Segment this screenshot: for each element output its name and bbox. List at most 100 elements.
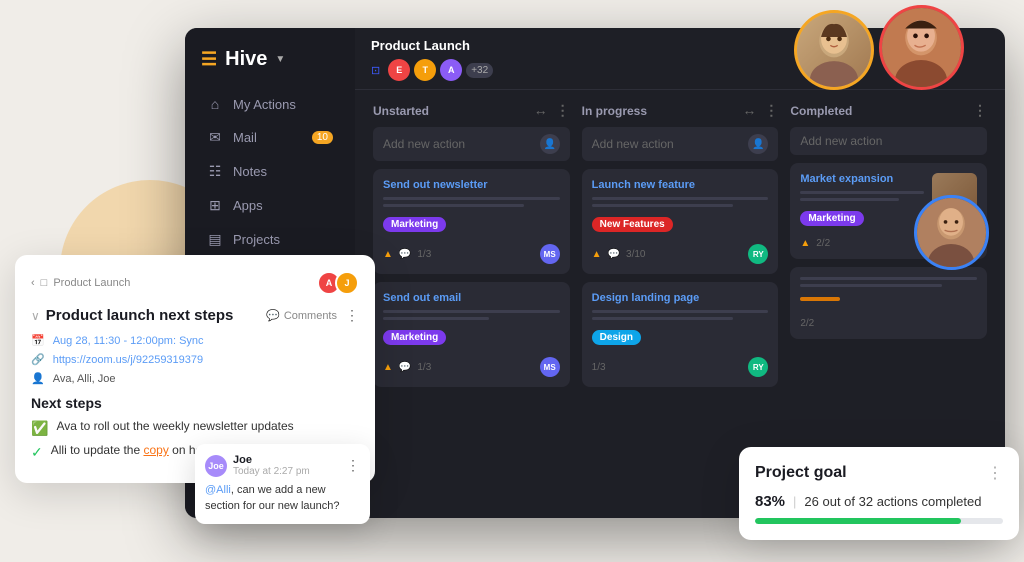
comment-text: @Alli, can we add a new section for our … [205,483,360,514]
add-action-btn-unstarted[interactable]: Add new action 👤 [373,127,570,161]
card-line [592,204,733,207]
add-action-btn-in-progress[interactable]: Add new action 👤 [582,127,779,161]
notes-date: Aug 28, 11:30 - 12:00pm: Sync [53,335,204,347]
card-line [383,204,524,207]
sidebar-item-label: Projects [233,232,280,247]
expand-icon: ∨ [31,309,40,323]
app-logo[interactable]: ☰ Hive ▼ [185,44,355,87]
column-title-unstarted: Unstarted [373,104,429,118]
card-send-email: Send out email Marketing ▲ 💬 1/3 MS [373,282,570,387]
sidebar-item-label: My Actions [233,97,296,112]
notes-date-row: 📅 Aug 28, 11:30 - 12:00pm: Sync [31,334,359,347]
avatar-person-3 [914,195,989,270]
avatar-count: +32 [466,63,493,78]
folder-icon: □ [41,277,48,289]
goal-stats: 83% | 26 out of 32 actions completed [755,493,1003,510]
column-unstarted: Unstarted ↔ ⋮ Add new action 👤 Send out … [367,102,576,506]
card-footer: 2/2 [800,318,977,329]
notes-icon: ☷ [207,163,223,180]
task-count: 1/3 [417,362,431,373]
chat-icon: 💬 [399,249,411,260]
comment-author-avatar: Joe [205,455,227,477]
card-line [383,317,489,320]
main-content: Product Launch ⊡ E T A +32 Unstarted ↔ [355,28,1005,518]
more-icon[interactable]: ⋮ [973,102,987,119]
card-footer: ▲ 💬 1/3 MS [383,244,560,264]
projects-icon: ▤ [207,231,223,248]
card-tag[interactable]: Design [592,330,641,345]
card-assignee-avatar: RY [748,357,768,377]
card-line [383,310,560,313]
sidebar-item-projects[interactable]: ▤ Projects [191,223,349,256]
notes-link-row: 🔗 https://zoom.us/j/92259319379 [31,353,359,366]
card-line [800,284,941,287]
card-title: Design landing page [592,292,769,304]
back-icon[interactable]: ‹ [31,277,35,289]
column-in-progress: In progress ↔ ⋮ Add new action 👤 Launch … [576,102,785,506]
notes-comment-btn[interactable]: 💬 Comments [266,309,337,322]
notes-section-title: Next steps [31,395,359,411]
sidebar-item-apps[interactable]: ⊞ Apps [191,189,349,222]
card-title: Market expansion [800,173,924,185]
card-line [800,198,899,201]
card-footer: ▲ 💬 3/10 RY [592,244,769,264]
sidebar-item-mail[interactable]: ✉ Mail 10 [191,121,349,154]
task-count: 2/2 [816,238,830,249]
sidebar-item-label: Mail [233,130,257,145]
expand-icon: ↔ [742,102,756,119]
highlighted-word: copy [143,443,168,457]
task-count: 3/10 [626,249,645,260]
card-send-newsletter: Send out newsletter Marketing ▲ 💬 1/3 MS [373,169,570,274]
column-header-unstarted: Unstarted ↔ ⋮ [373,102,570,119]
card-tag[interactable]: Marketing [383,217,446,232]
card-design-landing: Design landing page Design 1/3 RY [582,282,779,387]
task-count: 1/3 [592,362,606,373]
goal-more-menu[interactable]: ⋮ [987,463,1003,483]
notes-people: Ava, Alli, Joe [53,373,116,385]
user-icon: 👤 [748,134,768,154]
comment-header: Joe Joe Today at 2:27 pm ⋮ [205,454,360,477]
breadcrumb-text: Product Launch [53,277,130,289]
more-icon[interactable]: ⋮ [556,102,570,119]
card-title: Launch new feature [592,179,769,191]
card-tag[interactable]: New Features [592,217,673,232]
notes-more-menu[interactable]: ⋮ [345,307,359,324]
notes-title-row: ∨ Product launch next steps 💬 Comments ⋮ [31,307,359,324]
comment-mention: @Alli [205,484,231,496]
mail-icon: ✉ [207,129,223,146]
logo-icon: ☰ [201,49,217,70]
app-name: Hive [225,48,267,71]
card-line [800,191,924,194]
card-line [592,310,769,313]
more-icon[interactable]: ⋮ [764,102,778,119]
avatar-person-1 [794,10,874,90]
card-meta: 2/2 [800,318,814,329]
goal-divider: | [793,494,796,509]
card-footer: ▲ 2/2 [800,238,924,249]
apps-icon: ⊞ [207,197,223,214]
card-tag[interactable]: Marketing [800,211,863,226]
card-title: Send out newsletter [383,179,560,191]
expand-icon: ↔ [534,102,548,119]
warning-icon: ▲ [383,362,393,373]
notes-item-text: Ava to roll out the weekly newsletter up… [56,419,293,433]
column-title-in-progress: In progress [582,104,647,118]
column-header-in-progress: In progress ↔ ⋮ [582,102,779,119]
card-meta: 1/3 [592,362,606,373]
notes-list-item-1: ✅ Ava to roll out the weekly newsletter … [31,419,359,437]
column-header-completed: Completed ⋮ [790,102,987,119]
calendar-icon: 📅 [31,334,45,347]
sidebar-item-my-actions[interactable]: ⌂ My Actions [191,88,349,120]
card-assignee-avatar: RY [748,244,768,264]
card-line [800,277,977,280]
card-tag[interactable]: Marketing [383,330,446,345]
comment-more-menu[interactable]: ⋮ [346,457,360,474]
card-title: Send out email [383,292,560,304]
sidebar-item-notes[interactable]: ☷ Notes [191,155,349,188]
avatar-chip-3: A [440,59,462,81]
warning-icon: ▲ [383,249,393,260]
add-action-btn-completed[interactable]: Add new action [790,127,987,155]
task-count: 1/3 [417,249,431,260]
comment-time: Today at 2:27 pm [233,466,310,477]
home-icon: ⌂ [207,96,223,112]
